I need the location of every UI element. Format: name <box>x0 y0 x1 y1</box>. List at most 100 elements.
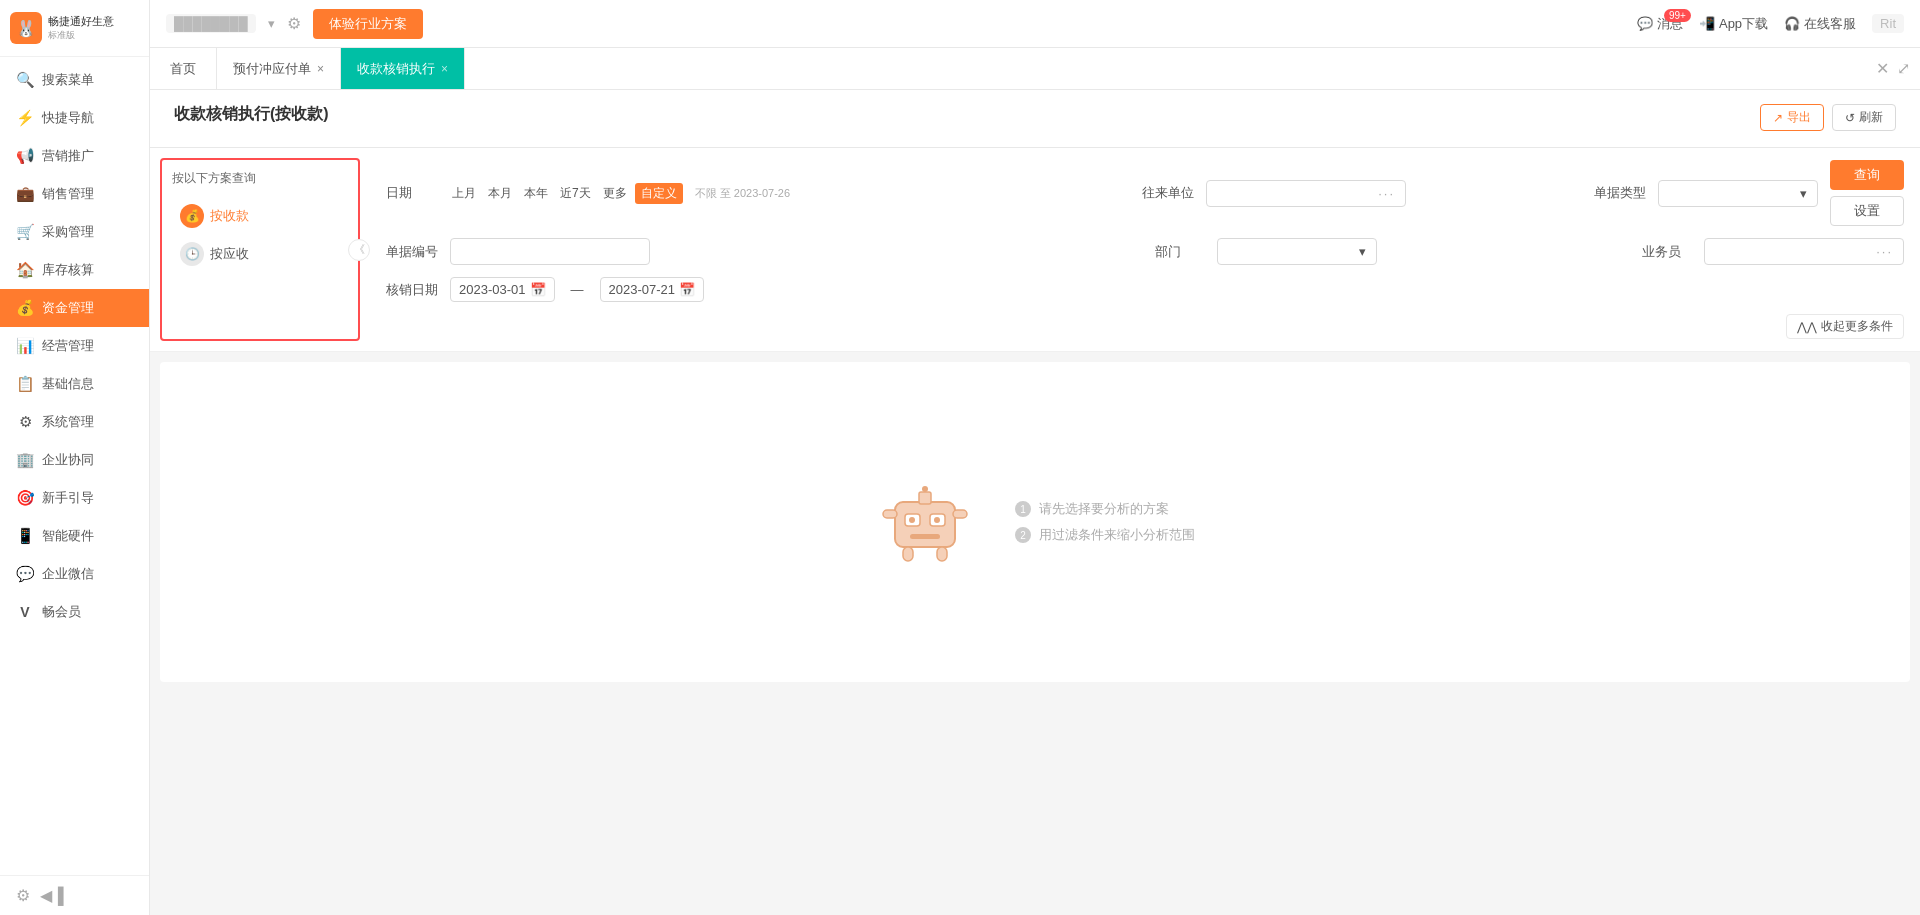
sidebar-item-fund[interactable]: 💰 资金管理 <box>0 289 149 327</box>
sidebar-item-marketing[interactable]: 📢 营销推广 <box>0 137 149 175</box>
filter-collapse-button[interactable]: 《 <box>348 239 370 261</box>
sidebar-item-quicknav[interactable]: ⚡ 快捷导航 <box>0 99 149 137</box>
empty-state: 1 请先选择要分析的方案 2 用过滤条件来缩小分析范围 <box>160 362 1910 682</box>
collapse-icon: ⋀⋀ <box>1797 320 1817 334</box>
more-btn[interactable]: 更多 <box>599 183 631 204</box>
collapse-label: 收起更多条件 <box>1821 318 1893 335</box>
voucher-no-label: 单据编号 <box>386 243 438 261</box>
sidebar-item-search[interactable]: 🔍 搜索菜单 <box>0 61 149 99</box>
department-select[interactable]: ▾ <box>1217 238 1377 265</box>
svg-rect-10 <box>903 547 913 561</box>
custom-date-btn[interactable]: 自定义 <box>635 183 683 204</box>
basic-icon: 📋 <box>16 375 34 393</box>
service-icon: 🎧 <box>1784 16 1800 31</box>
refresh-button[interactable]: ↺ 刷新 <box>1832 104 1896 131</box>
topbar-username: Rit <box>1872 14 1904 33</box>
writeoff-from-cal-icon[interactable]: 📅 <box>530 282 546 297</box>
app-download-icon: 📲 <box>1699 16 1715 31</box>
sales-icon: 💼 <box>16 185 34 203</box>
member-icon: V <box>16 604 34 620</box>
step-2-num: 2 <box>1015 527 1031 543</box>
sidebar-item-label: 企业协同 <box>42 451 94 469</box>
step-1-text: 请先选择要分析的方案 <box>1039 500 1169 518</box>
sidebar-item-basic[interactable]: 📋 基础信息 <box>0 365 149 403</box>
query-button-group: 查询 设置 <box>1830 160 1904 226</box>
collapse-more-button[interactable]: ⋀⋀ 收起更多条件 <box>1786 314 1904 339</box>
refresh-icon: ↺ <box>1845 111 1855 125</box>
setting-button[interactable]: 设置 <box>1830 196 1904 226</box>
tabbar: 首页 预付冲应付单 × 收款核销执行 × ✕ ⤢ <box>150 48 1920 90</box>
sidebar-logo: 🐰 畅捷通好生意 标准版 <box>0 0 149 57</box>
writeoff-date-from[interactable]: 2023-03-01 📅 <box>450 277 555 302</box>
tab-prepay[interactable]: 预付冲应付单 × <box>217 48 341 89</box>
message-button[interactable]: 💬 消息 99+ <box>1637 15 1683 33</box>
svg-rect-0 <box>895 502 955 547</box>
sidebar-item-system[interactable]: ⚙ 系统管理 <box>0 403 149 441</box>
page-header: 收款核销执行(按收款) ↗ 导出 ↺ 刷新 <box>150 90 1920 148</box>
writeoff-to-cal-icon[interactable]: 📅 <box>679 282 695 297</box>
topbar-dropdown-icon[interactable]: ▾ <box>268 16 275 31</box>
department-dropdown-icon: ▾ <box>1359 244 1366 259</box>
tab-writeoff[interactable]: 收款核销执行 × <box>341 48 465 89</box>
this-month-btn[interactable]: 本月 <box>484 183 516 204</box>
query-button[interactable]: 查询 <box>1830 160 1904 190</box>
svg-rect-5 <box>910 534 940 539</box>
empty-state-text: 1 请先选择要分析的方案 2 用过滤条件来缩小分析范围 <box>1015 500 1195 544</box>
app-edition: 标准版 <box>48 29 114 42</box>
system-icon: ⚙ <box>16 413 34 431</box>
sidebar-item-label: 经营管理 <box>42 337 94 355</box>
sidebar-item-guide[interactable]: 🎯 新手引导 <box>0 479 149 517</box>
tab-prepay-close[interactable]: × <box>317 62 324 76</box>
tab-close-icon[interactable]: ✕ <box>1876 59 1889 78</box>
this-year-btn[interactable]: 本年 <box>520 183 552 204</box>
app-name: 畅捷通好生意 <box>48 14 114 28</box>
sidebar-item-purchase[interactable]: 🛒 采购管理 <box>0 213 149 251</box>
search-icon: 🔍 <box>16 71 34 89</box>
voucher-no-input[interactable] <box>450 238 650 265</box>
writeoff-date-to[interactable]: 2023-07-21 📅 <box>600 277 705 302</box>
operation-icon: 📊 <box>16 337 34 355</box>
sidebar-item-sales[interactable]: 💼 销售管理 <box>0 175 149 213</box>
solution-button[interactable]: 体验行业方案 <box>313 9 423 39</box>
tab-home[interactable]: 首页 <box>150 48 217 89</box>
sidebar-footer: ⚙ ◀▐ <box>0 875 149 915</box>
collapse-sidebar-icon[interactable]: ◀▐ <box>40 886 63 905</box>
salesperson-input[interactable]: ··· <box>1704 238 1904 265</box>
export-button[interactable]: ↗ 导出 <box>1760 104 1824 131</box>
settings-footer-icon[interactable]: ⚙ <box>16 886 30 905</box>
topbar-gear-icon[interactable]: ⚙ <box>287 14 301 33</box>
tab-writeoff-close[interactable]: × <box>441 62 448 76</box>
enterprise-icon: 🏢 <box>16 451 34 469</box>
sidebar-item-operation[interactable]: 📊 经营管理 <box>0 327 149 365</box>
counterpart-dots: ··· <box>1378 186 1395 201</box>
sidebar-item-member[interactable]: V 畅会员 <box>0 593 149 631</box>
sidebar-item-wechat[interactable]: 💬 企业微信 <box>0 555 149 593</box>
filter-sidebar-title: 按以下方案查询 <box>172 170 348 187</box>
hardware-icon: 📱 <box>16 527 34 545</box>
filter-option-receivable[interactable]: 🕒 按应收 <box>172 235 348 273</box>
sidebar-menu: 🔍 搜索菜单 ⚡ 快捷导航 📢 营销推广 💼 销售管理 🛒 采购管理 🏠 库存核… <box>0 57 149 875</box>
online-service-button[interactable]: 🎧 在线客服 <box>1784 15 1856 33</box>
sidebar-item-label: 智能硬件 <box>42 527 94 545</box>
receipt-option-icon: 💰 <box>180 204 204 228</box>
app-download-button[interactable]: 📲 App下载 <box>1699 15 1768 33</box>
empty-robot-illustration <box>875 472 975 572</box>
wechat-icon: 💬 <box>16 565 34 583</box>
counterpart-label: 往来单位 <box>1142 184 1194 202</box>
date-quick-group: 上月 本月 本年 近7天 更多 自定义 <box>448 183 683 204</box>
sidebar-item-hardware[interactable]: 📱 智能硬件 <box>0 517 149 555</box>
filter-option-receipt[interactable]: 💰 按收款 <box>172 197 348 235</box>
marketing-icon: 📢 <box>16 147 34 165</box>
sidebar-item-inventory[interactable]: 🏠 库存核算 <box>0 251 149 289</box>
sidebar-item-label: 资金管理 <box>42 299 94 317</box>
last-month-btn[interactable]: 上月 <box>448 183 480 204</box>
tab-expand-icon[interactable]: ⤢ <box>1897 59 1910 78</box>
page-header-actions: ↗ 导出 ↺ 刷新 <box>1760 104 1896 131</box>
voucher-type-select[interactable]: ▾ <box>1658 180 1818 207</box>
last-7days-btn[interactable]: 近7天 <box>556 183 595 204</box>
sidebar-item-label: 企业微信 <box>42 565 94 583</box>
counterpart-input[interactable]: ··· <box>1206 180 1406 207</box>
message-icon: 💬 <box>1637 16 1653 31</box>
sidebar-item-label: 采购管理 <box>42 223 94 241</box>
sidebar-item-enterprise[interactable]: 🏢 企业协同 <box>0 441 149 479</box>
